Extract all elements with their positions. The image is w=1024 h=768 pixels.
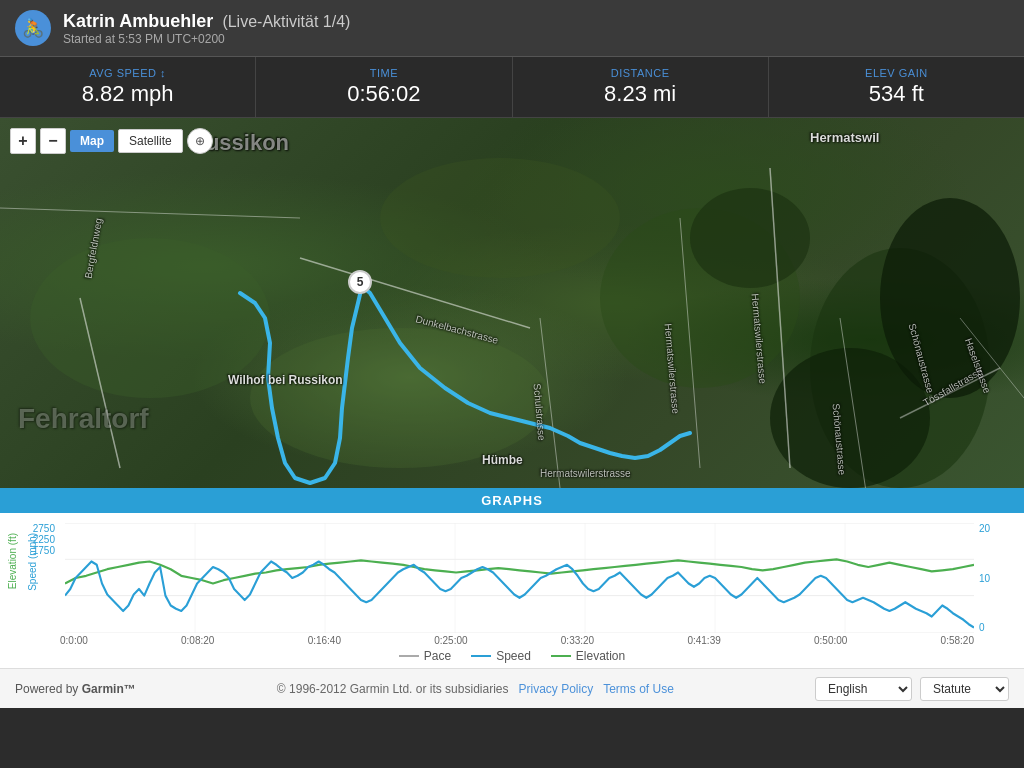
legend-pace-label: Pace [424,649,451,663]
elev-gain-value: 534 ft [789,81,1004,107]
footer: Powered by Garmin™ © 1996-2012 Garmin Lt… [0,668,1024,708]
title-block: Katrin Ambuehler (Live-Aktivität 1/4) St… [63,11,350,46]
svg-point-8 [690,188,810,288]
activity-started: Started at 5:53 PM UTC+0200 [63,32,350,46]
footer-dropdowns: English Deutsch Français Statute Metric [815,677,1009,701]
y-right-top: 20 [979,523,990,534]
svg-point-1 [30,238,270,398]
graphs-container: Elevation (ft) Speed (mph) 2750 2250 175… [0,513,1024,668]
x-label-4: 0:33:20 [561,635,594,646]
stat-time: TIME 0:56:02 [256,57,512,117]
x-label-1: 0:08:20 [181,635,214,646]
x-label-2: 0:16:40 [308,635,341,646]
time-label: TIME [276,67,491,79]
y-right-bot: 0 [979,622,985,633]
athlete-name: Katrin Ambuehler [63,11,213,31]
x-label-5: 0:41:39 [687,635,720,646]
legend-speed-line [471,655,491,657]
terms-of-use-link[interactable]: Terms of Use [603,682,674,696]
graphs-header: GRAPHS [0,488,1024,513]
legend-pace: Pace [399,649,451,663]
x-label-6: 0:50:00 [814,635,847,646]
x-label-0: 0:0:00 [60,635,88,646]
svg-point-5 [380,158,620,278]
language-select[interactable]: English Deutsch Français [815,677,912,701]
garmin-brand: Garmin™ [82,682,136,696]
zoom-in-button[interactable]: + [10,128,36,154]
svg-line-19 [0,208,300,218]
x-label-3: 0:25:00 [434,635,467,646]
powered-by-text: Powered by [15,682,82,696]
y-axis-right: 20 10 0 [974,523,1019,633]
unit-select[interactable]: Statute Metric [920,677,1009,701]
time-value: 0:56:02 [276,81,491,107]
footer-links: © 1996-2012 Garmin Ltd. or its subsidiar… [277,682,674,696]
chart-area: Elevation (ft) Speed (mph) 2750 2250 175… [5,523,1019,633]
y-axis-left-container: Elevation (ft) Speed (mph) 2750 2250 175… [5,523,65,633]
map-container[interactable]: + − Map Satellite ⊕ Russikon Hermatswil … [0,118,1024,488]
legend-elev-line [551,655,571,657]
activity-title: Katrin Ambuehler (Live-Aktivität 1/4) [63,11,350,32]
distance-label: DISTANCE [533,67,748,79]
elev-axis-label: Elevation (ft) [7,533,18,589]
map-controls: + − Map Satellite ⊕ [10,128,213,154]
zoom-out-button[interactable]: − [40,128,66,154]
legend-speed-label: Speed [496,649,531,663]
garmin-credit: Powered by Garmin™ [15,682,136,696]
page-header: 🚴 Katrin Ambuehler (Live-Aktivität 1/4) … [0,0,1024,57]
privacy-policy-link[interactable]: Privacy Policy [518,682,593,696]
legend-pace-line [399,655,419,657]
stats-bar: AVG SPEED ↕ 8.82 mph TIME 0:56:02 DISTAN… [0,57,1024,118]
legend-elev-label: Elevation [576,649,625,663]
svg-point-2 [250,328,550,468]
activity-subtitle: (Live-Aktivität 1/4) [222,13,350,30]
satellite-view-button[interactable]: Satellite [118,129,183,153]
x-axis: 0:0:00 0:08:20 0:16:40 0:25:00 0:33:20 0… [5,633,974,646]
map-view-button[interactable]: Map [70,130,114,152]
copyright-text: © 1996-2012 Garmin Ltd. or its subsidiar… [277,682,509,696]
y-right-mid: 10 [979,573,990,584]
legend-speed: Speed [471,649,531,663]
x-label-7: 0:58:20 [941,635,974,646]
waypoint-5: 5 [348,270,372,294]
chart-svg [65,523,974,633]
stat-elev-gain: ELEV GAIN 534 ft [769,57,1024,117]
stat-distance: DISTANCE 8.23 mi [513,57,769,117]
map-roads-svg [0,118,1024,488]
chart-legend: Pace Speed Elevation [5,646,1019,663]
avg-speed-label: AVG SPEED ↕ [20,67,235,79]
bike-icon: 🚴 [15,10,51,46]
elev-gain-label: ELEV GAIN [789,67,1004,79]
speed-axis-label: Speed (mph) [27,533,38,591]
avg-speed-value: 8.82 mph [20,81,235,107]
distance-value: 8.23 mi [533,81,748,107]
stat-avg-speed: AVG SPEED ↕ 8.82 mph [0,57,256,117]
locate-button[interactable]: ⊕ [187,128,213,154]
legend-elevation: Elevation [551,649,625,663]
